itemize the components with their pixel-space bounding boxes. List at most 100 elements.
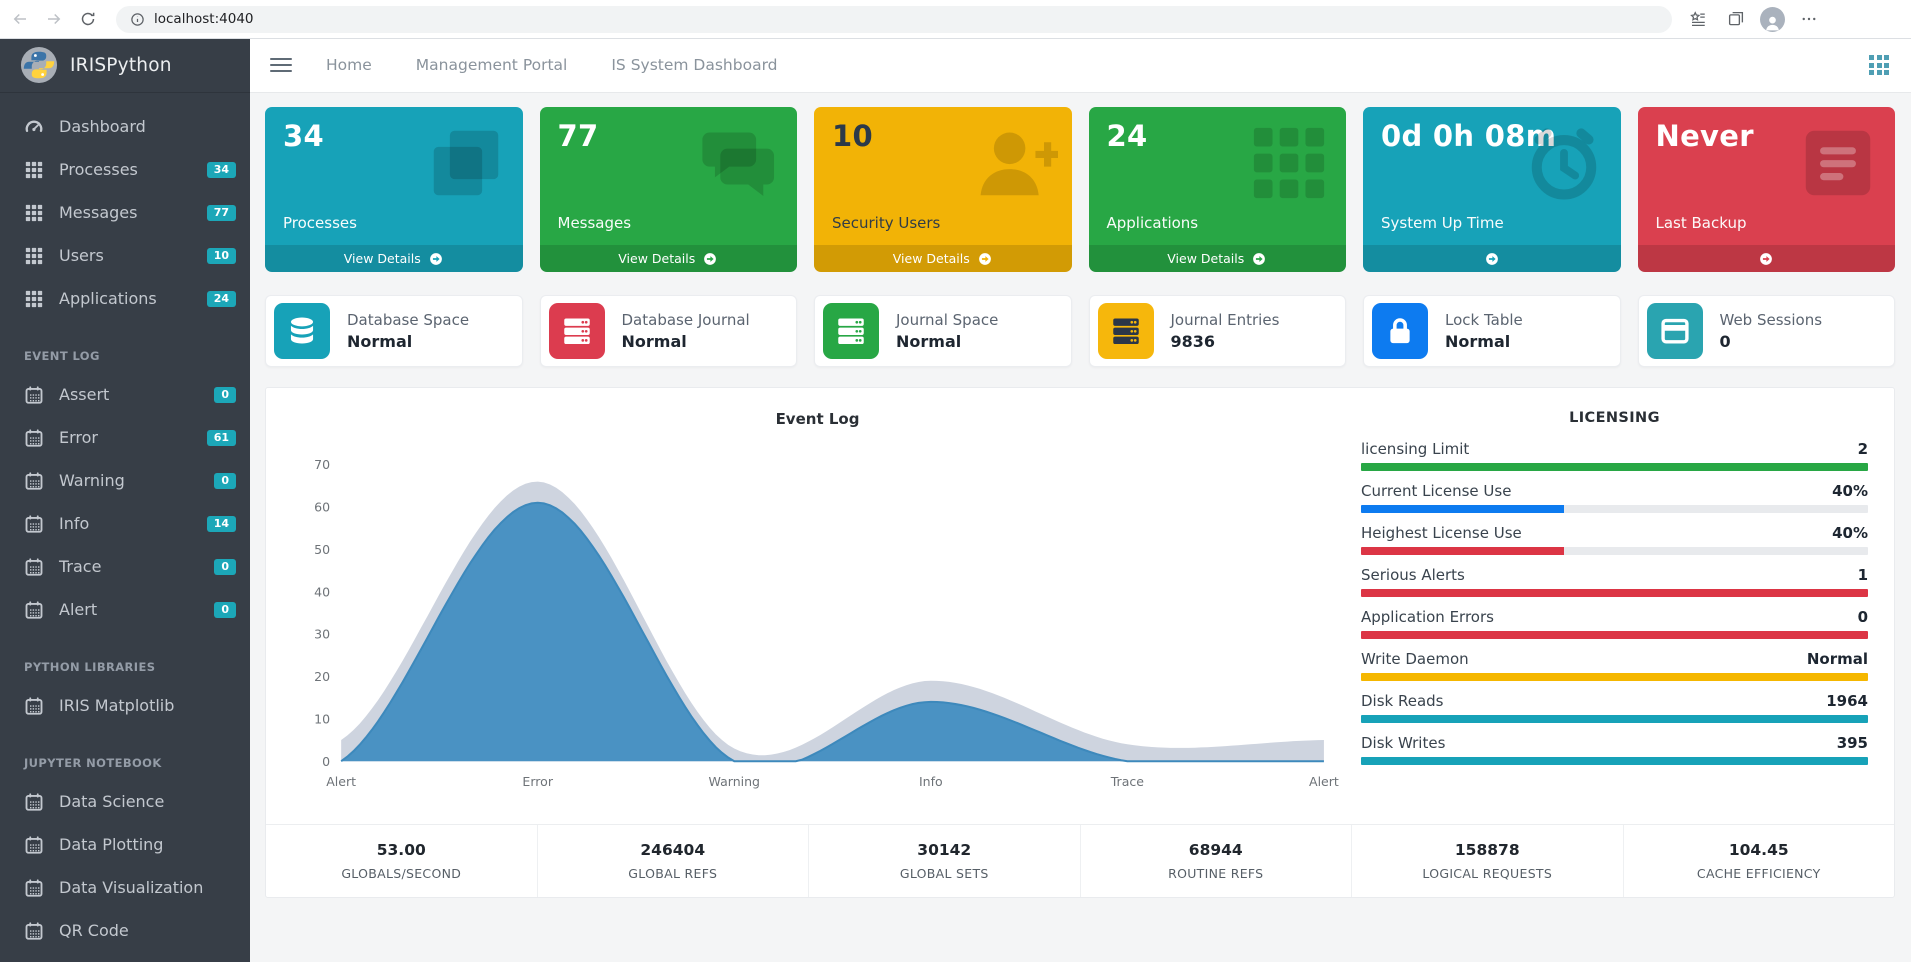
footer-stat-value: 68944 — [1188, 841, 1243, 859]
view-details-link[interactable] — [1637, 245, 1895, 272]
progress-bar — [1361, 589, 1868, 597]
stat-label: Applications — [1106, 214, 1199, 232]
sidebar-item-data-plotting[interactable]: Data Plotting — [0, 823, 250, 866]
view-details-link[interactable]: View Details — [265, 245, 523, 272]
view-details-label: View Details — [1167, 251, 1245, 266]
licensing-row-application-errors: Application Errors 0 — [1361, 608, 1868, 639]
calendar-icon — [24, 600, 44, 620]
footer-stat-label: GLOBALS/SECOND — [341, 866, 462, 881]
nav-link-management-portal[interactable]: Management Portal — [416, 56, 568, 74]
sidebar-item-label: Assert — [59, 385, 110, 404]
sidebar-item-processes[interactable]: Processes 34 — [0, 148, 250, 191]
stat-label: Processes — [283, 214, 357, 232]
sidebar-item-info[interactable]: Info 14 — [0, 502, 250, 545]
progress-bar-fill — [1361, 547, 1564, 555]
list-icon — [1795, 120, 1881, 206]
footer-stat-globals-second: 53.00 GLOBALS/SECOND — [266, 825, 537, 897]
view-details-link[interactable]: View Details — [814, 245, 1072, 272]
sidebar-item-applications[interactable]: Applications 24 — [0, 277, 250, 320]
progress-bar — [1361, 631, 1868, 639]
licensing-label: licensing Limit — [1361, 440, 1470, 458]
info-card-database-space: Database Space Normal — [265, 295, 523, 367]
licensing-label: Disk Reads — [1361, 692, 1444, 710]
sidebar-item-dashboard[interactable]: Dashboard — [0, 105, 250, 148]
footer-stat-label: GLOBAL REFS — [628, 866, 718, 881]
info-card-web-sessions: Web Sessions 0 — [1637, 295, 1895, 367]
sidebar-item-label: IRIS Matplotlib — [59, 696, 175, 715]
grid-icon — [24, 246, 44, 266]
progress-bar — [1361, 673, 1868, 681]
svg-text:0: 0 — [322, 754, 330, 769]
svg-text:40: 40 — [314, 584, 330, 599]
sidebar-item-users[interactable]: Users 10 — [0, 234, 250, 277]
info-card-value: Normal — [621, 332, 687, 351]
sidebar-item-warning[interactable]: Warning 0 — [0, 459, 250, 502]
sidebar-item-label: Info — [59, 514, 90, 533]
stat-card-system-up-time[interactable]: 0d 0h 08m System Up Time — [1363, 107, 1621, 272]
sidebar-item-data-science[interactable]: Data Science — [0, 780, 250, 823]
view-details-link[interactable]: View Details — [539, 245, 797, 272]
stat-card-applications[interactable]: 24 Applications View Details — [1088, 107, 1346, 272]
progress-bar-fill — [1361, 463, 1868, 471]
count-badge: 61 — [206, 429, 236, 446]
view-details-link[interactable] — [1363, 245, 1621, 272]
brand[interactable]: IRISPython — [0, 38, 250, 93]
stat-card-last-backup[interactable]: Never Last Backup — [1637, 107, 1895, 272]
licensing-value: 40% — [1832, 482, 1868, 500]
svg-text:Error: Error — [522, 774, 553, 789]
window-icon — [1646, 303, 1703, 359]
arrow-circle-right-icon — [977, 251, 993, 267]
licensing-title: LICENSING — [1569, 410, 1660, 426]
stat-card-processes[interactable]: 34 Processes View Details — [265, 107, 523, 272]
count-badge: 0 — [214, 601, 236, 618]
favorites-icon[interactable] — [1684, 5, 1712, 33]
apps-grid-icon[interactable] — [1869, 55, 1889, 75]
licensing-value: 0 — [1857, 608, 1868, 626]
sidebar-item-assert[interactable]: Assert 0 — [0, 373, 250, 416]
reload-icon[interactable] — [74, 5, 102, 33]
sidebar-item-iris-matplotlib[interactable]: IRIS Matplotlib — [0, 684, 250, 727]
licensing-label: Heighest License Use — [1361, 524, 1522, 542]
licensing-value: 2 — [1857, 440, 1868, 458]
stat-card-security-users[interactable]: 10 Security Users View Details — [814, 107, 1072, 272]
licensing-value: 40% — [1832, 524, 1868, 542]
nav-link-is-system-dashboard[interactable]: IS System Dashboard — [611, 56, 777, 74]
stat-label: Last Backup — [1655, 214, 1747, 232]
sidebar-item-messages[interactable]: Messages 77 — [0, 191, 250, 234]
address-bar[interactable]: localhost:4040 — [116, 5, 1672, 33]
progress-bar — [1361, 757, 1868, 765]
nav-links: Home Management Portal IS System Dashboard — [326, 56, 778, 74]
nav-link-home[interactable]: Home — [326, 56, 372, 74]
back-icon[interactable] — [6, 5, 34, 33]
forward-icon[interactable] — [40, 5, 68, 33]
progress-bar-fill — [1361, 631, 1868, 639]
sidebar-item-qr-code[interactable]: QR Code — [0, 909, 250, 952]
site-info-icon[interactable] — [130, 12, 145, 27]
stat-card-messages[interactable]: 77 Messages View Details — [539, 107, 797, 272]
panel-footer-stats: 53.00 GLOBALS/SECOND 246404 GLOBAL REFS 3014… — [266, 824, 1894, 897]
event-log-chart: Event Log 0 10 20 30 40 50 60 70 Alert Error Warni… — [266, 388, 1349, 824]
licensing-panel: LICENSING licensing Limit 2 Current Licens… — [1349, 388, 1894, 824]
info-card-lock-table: Lock Table Normal — [1363, 295, 1621, 367]
collections-icon[interactable] — [1722, 5, 1750, 33]
info-card-label: Database Journal — [621, 311, 750, 329]
sidebar-item-trace[interactable]: Trace 0 — [0, 545, 250, 588]
sidebar-item-data-visualization[interactable]: Data Visualization — [0, 866, 250, 909]
info-card-label: Journal Entries — [1170, 311, 1280, 329]
count-badge: 0 — [214, 472, 236, 489]
sidebar-item-error[interactable]: Error 61 — [0, 416, 250, 459]
footer-stat-value: 104.45 — [1728, 841, 1789, 859]
view-details-link[interactable]: View Details — [1088, 245, 1346, 272]
licensing-value: 1964 — [1826, 692, 1868, 710]
sidebar-item-alert[interactable]: Alert 0 — [0, 588, 250, 631]
licensing-row-current-license-use: Current License Use 40% — [1361, 482, 1868, 513]
browser-menu-icon[interactable] — [1795, 5, 1823, 33]
hamburger-menu-icon[interactable] — [270, 57, 292, 73]
view-details-label: View Details — [343, 251, 421, 266]
info-card-database-journal: Database Journal Normal — [539, 295, 797, 367]
count-badge: 0 — [214, 558, 236, 575]
count-badge: 10 — [206, 247, 236, 264]
profile-avatar[interactable] — [1760, 6, 1785, 32]
licensing-label: Application Errors — [1361, 608, 1494, 626]
grid-icon — [24, 160, 44, 180]
